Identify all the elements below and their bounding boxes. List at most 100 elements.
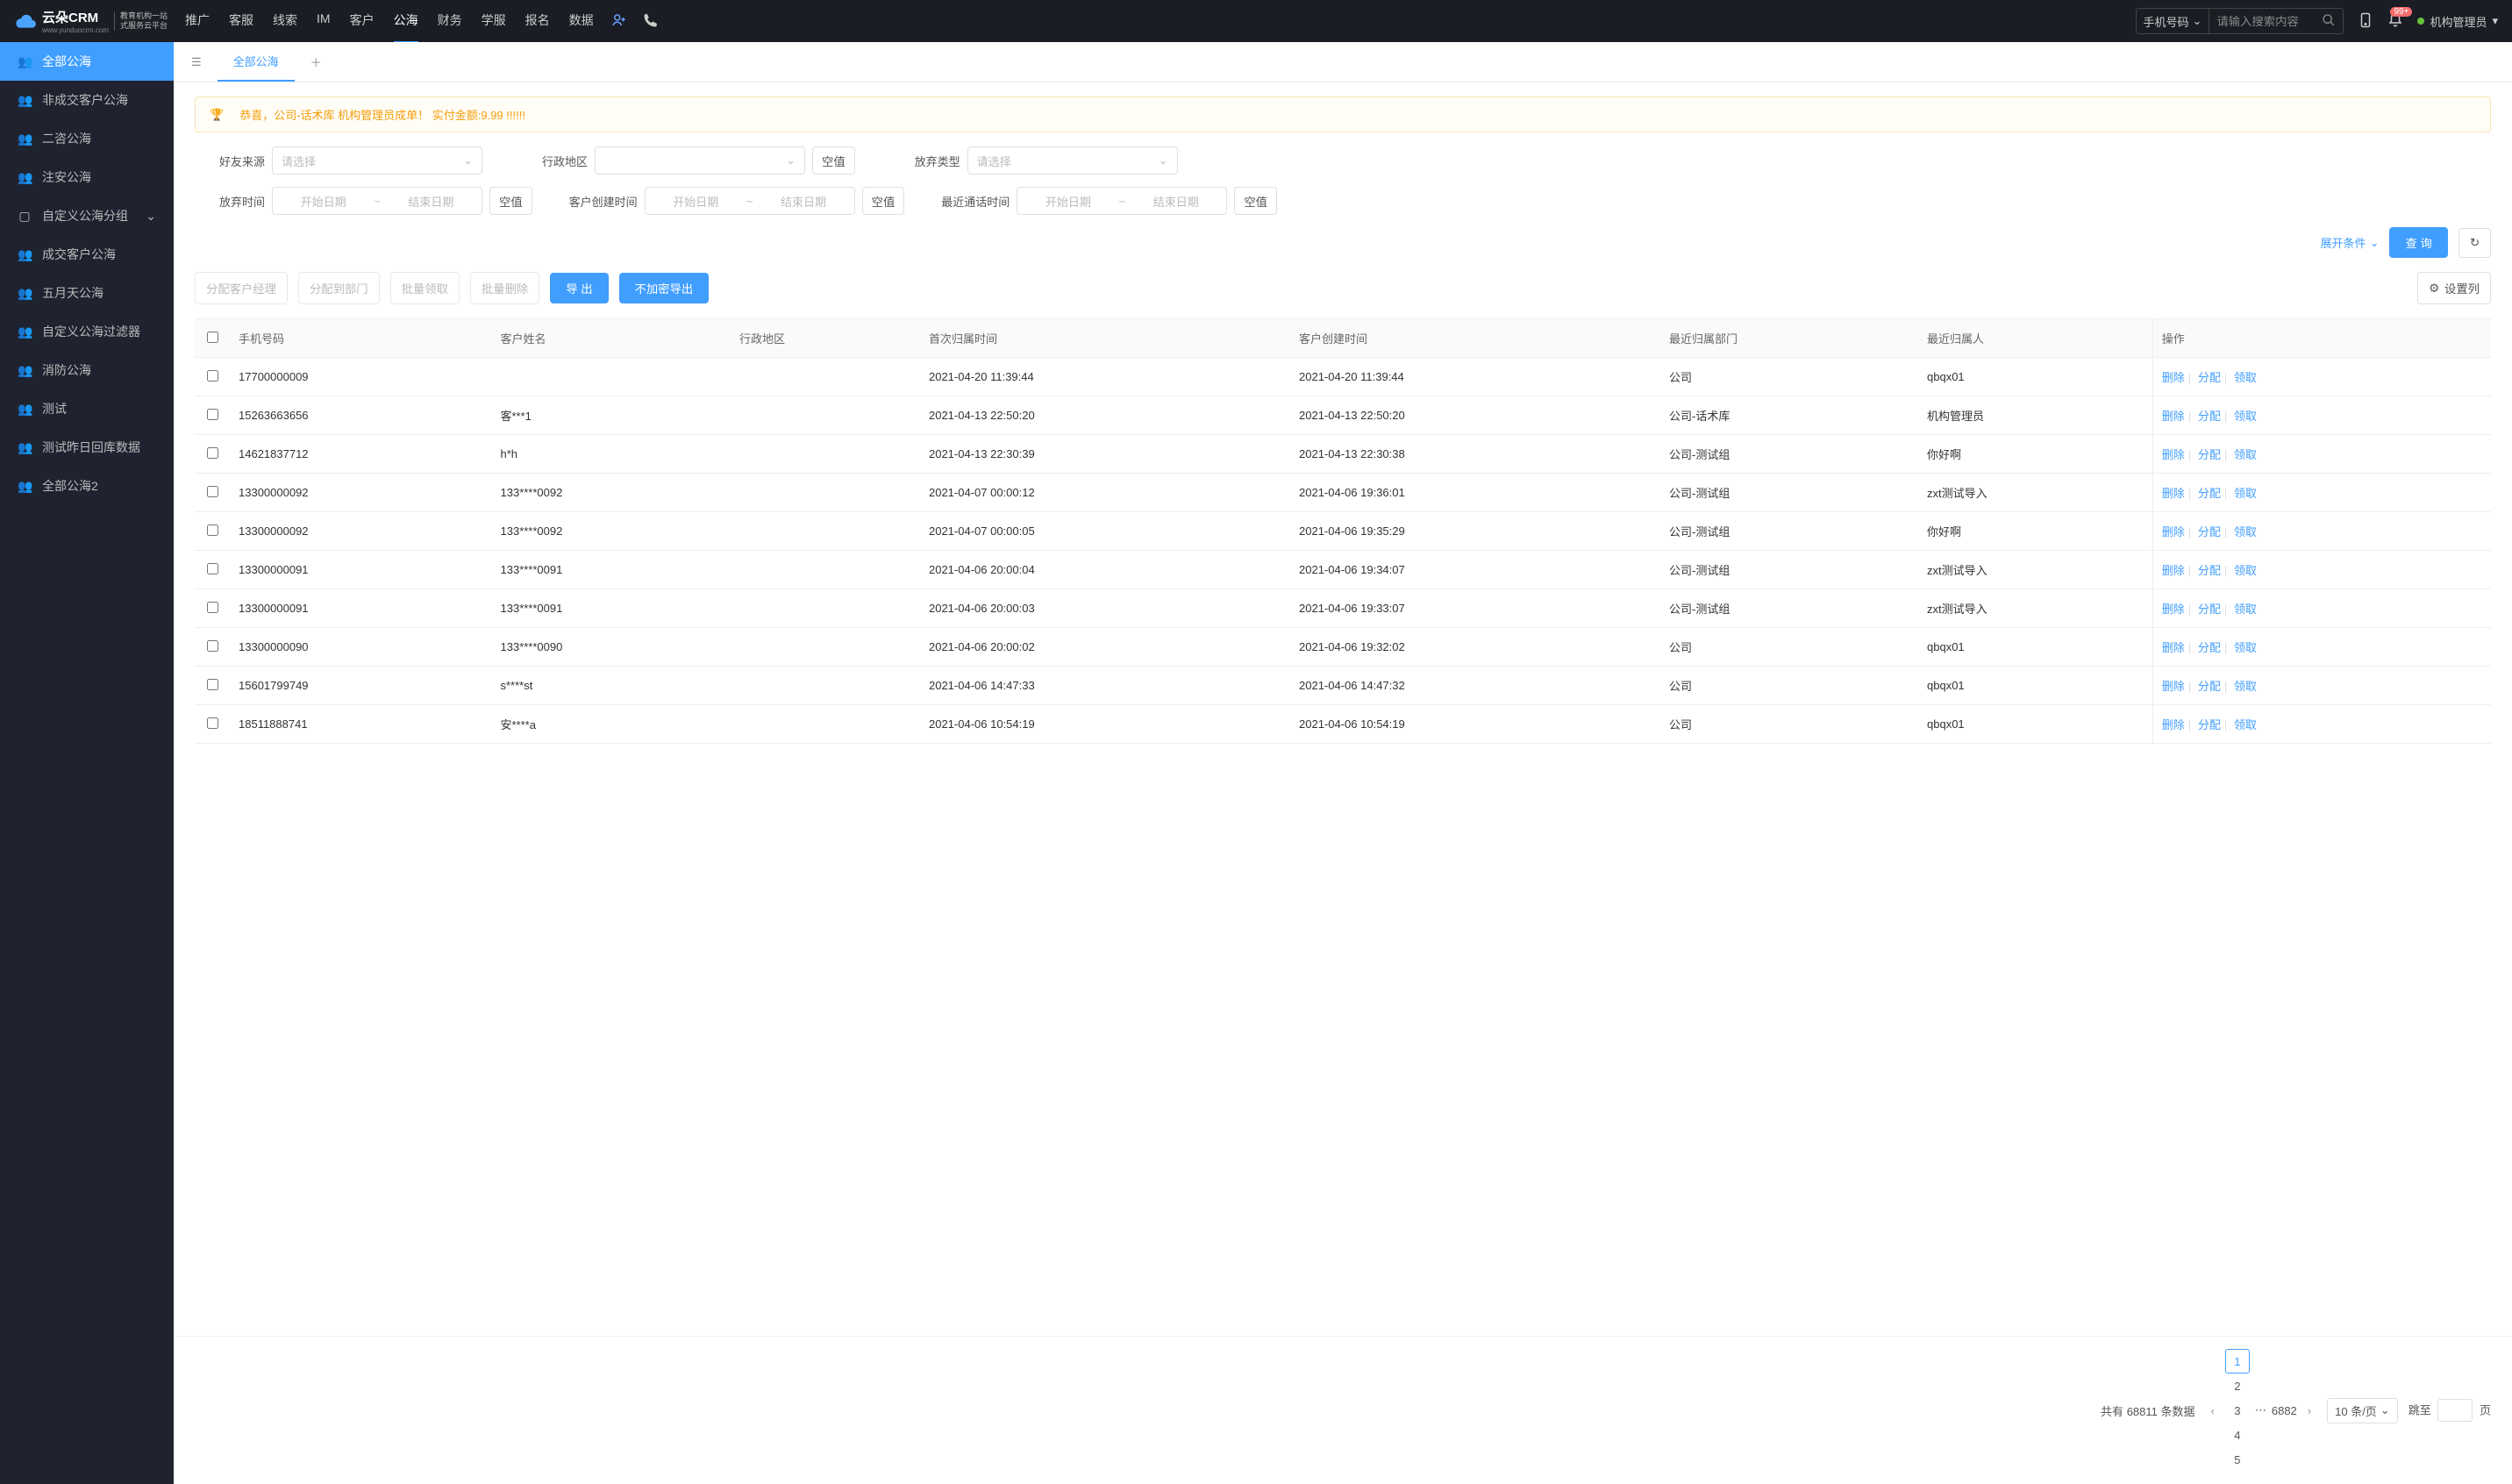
delete-link[interactable]: 删除 bbox=[2162, 371, 2185, 384]
add-user-icon[interactable] bbox=[611, 12, 627, 31]
sidebar-item-成交客户公海[interactable]: 👥成交客户公海 bbox=[0, 235, 174, 274]
jump-page-input[interactable] bbox=[2437, 1399, 2473, 1422]
friend-source-select[interactable]: 请选择⌄ bbox=[272, 146, 482, 175]
sidebar-item-非成交客户公海[interactable]: 👥非成交客户公海 bbox=[0, 81, 174, 119]
nav-公海[interactable]: 公海 bbox=[394, 0, 418, 43]
delete-link[interactable]: 删除 bbox=[2162, 603, 2185, 616]
assign-link[interactable]: 分配 bbox=[2198, 410, 2221, 423]
nav-客户[interactable]: 客户 bbox=[350, 0, 375, 43]
region-empty-button[interactable]: 空值 bbox=[812, 146, 855, 175]
claim-link[interactable]: 领取 bbox=[2234, 487, 2257, 500]
claim-link[interactable]: 领取 bbox=[2234, 448, 2257, 461]
claim-link[interactable]: 领取 bbox=[2234, 641, 2257, 654]
assign-link[interactable]: 分配 bbox=[2198, 525, 2221, 539]
settings-columns-button[interactable]: ⚙设置列 bbox=[2417, 272, 2491, 304]
tab-add-icon[interactable]: ＋ bbox=[295, 43, 338, 81]
delete-link[interactable]: 删除 bbox=[2162, 487, 2185, 500]
tab-toggle-icon[interactable]: ☰ bbox=[181, 46, 212, 78]
row-checkbox[interactable] bbox=[207, 717, 218, 729]
tab-active[interactable]: 全部公海 bbox=[218, 42, 295, 82]
phone-icon[interactable] bbox=[643, 12, 659, 31]
query-button[interactable]: 查 询 bbox=[2389, 227, 2447, 258]
page-4[interactable]: 4 bbox=[2225, 1423, 2250, 1447]
claim-link[interactable]: 领取 bbox=[2234, 371, 2257, 384]
region-select[interactable]: ⌄ bbox=[595, 146, 805, 175]
delete-link[interactable]: 删除 bbox=[2162, 564, 2185, 577]
last-call-range[interactable]: 开始日期~结束日期 bbox=[1017, 187, 1227, 215]
assign-link[interactable]: 分配 bbox=[2198, 487, 2221, 500]
nav-客服[interactable]: 客服 bbox=[229, 0, 253, 43]
row-checkbox[interactable] bbox=[207, 602, 218, 613]
sidebar-item-全部公海2[interactable]: 👥全部公海2 bbox=[0, 467, 174, 505]
row-checkbox[interactable] bbox=[207, 447, 218, 459]
delete-link[interactable]: 删除 bbox=[2162, 525, 2185, 539]
row-checkbox[interactable] bbox=[207, 563, 218, 574]
claim-link[interactable]: 领取 bbox=[2234, 680, 2257, 693]
refresh-button[interactable]: ↻ bbox=[2458, 228, 2491, 258]
sidebar-item-全部公海[interactable]: 👥全部公海 bbox=[0, 42, 174, 81]
assign-link[interactable]: 分配 bbox=[2198, 603, 2221, 616]
row-checkbox[interactable] bbox=[207, 370, 218, 382]
assign-link[interactable]: 分配 bbox=[2198, 371, 2221, 384]
claim-link[interactable]: 领取 bbox=[2234, 410, 2257, 423]
page-size-select[interactable]: 10 条/页⌄ bbox=[2327, 1398, 2398, 1423]
page-5[interactable]: 5 bbox=[2225, 1447, 2250, 1472]
search-icon[interactable] bbox=[2315, 13, 2343, 30]
create-time-empty-button[interactable]: 空值 bbox=[862, 187, 905, 215]
assign-dept-button[interactable]: 分配到部门 bbox=[298, 272, 380, 304]
sidebar-item-消防公海[interactable]: 👥消防公海 bbox=[0, 351, 174, 389]
export-button[interactable]: 导 出 bbox=[550, 273, 608, 303]
nav-学服[interactable]: 学服 bbox=[482, 0, 506, 43]
export-plain-button[interactable]: 不加密导出 bbox=[619, 273, 710, 303]
delete-link[interactable]: 删除 bbox=[2162, 641, 2185, 654]
delete-link[interactable]: 删除 bbox=[2162, 448, 2185, 461]
batch-claim-button[interactable]: 批量领取 bbox=[390, 272, 460, 304]
user-menu[interactable]: 机构管理员 ▾ bbox=[2417, 13, 2498, 30]
nav-报名[interactable]: 报名 bbox=[525, 0, 550, 43]
page-2[interactable]: 2 bbox=[2225, 1373, 2250, 1398]
assign-link[interactable]: 分配 bbox=[2198, 564, 2221, 577]
nav-IM[interactable]: IM bbox=[317, 0, 331, 43]
row-checkbox[interactable] bbox=[207, 679, 218, 690]
batch-delete-button[interactable]: 批量删除 bbox=[470, 272, 539, 304]
sidebar-item-注安公海[interactable]: 👥注安公海 bbox=[0, 158, 174, 196]
delete-link[interactable]: 删除 bbox=[2162, 680, 2185, 693]
row-checkbox[interactable] bbox=[207, 409, 218, 420]
abandon-time-empty-button[interactable]: 空值 bbox=[489, 187, 532, 215]
claim-link[interactable]: 领取 bbox=[2234, 525, 2257, 539]
sidebar-item-测试昨日回库数据[interactable]: 👥测试昨日回库数据 bbox=[0, 428, 174, 467]
abandon-time-range[interactable]: 开始日期~结束日期 bbox=[272, 187, 482, 215]
last-page[interactable]: 6882 bbox=[2272, 1398, 2297, 1423]
last-call-empty-button[interactable]: 空值 bbox=[1234, 187, 1277, 215]
prev-page-icon[interactable]: ‹ bbox=[2206, 1404, 2220, 1417]
claim-link[interactable]: 领取 bbox=[2234, 564, 2257, 577]
sidebar-item-五月天公海[interactable]: 👥五月天公海 bbox=[0, 274, 174, 312]
page-3[interactable]: 3 bbox=[2225, 1398, 2250, 1423]
row-checkbox[interactable] bbox=[207, 486, 218, 497]
create-time-range[interactable]: 开始日期~结束日期 bbox=[645, 187, 855, 215]
bell-icon[interactable]: 99+ bbox=[2387, 12, 2403, 31]
nav-财务[interactable]: 财务 bbox=[438, 0, 462, 43]
next-page-icon[interactable]: › bbox=[2302, 1404, 2316, 1417]
assign-link[interactable]: 分配 bbox=[2198, 718, 2221, 731]
assign-link[interactable]: 分配 bbox=[2198, 641, 2221, 654]
row-checkbox[interactable] bbox=[207, 640, 218, 652]
nav-推广[interactable]: 推广 bbox=[185, 0, 210, 43]
page-1[interactable]: 1 bbox=[2225, 1349, 2250, 1373]
row-checkbox[interactable] bbox=[207, 524, 218, 536]
nav-线索[interactable]: 线索 bbox=[273, 0, 297, 43]
expand-filters-link[interactable]: 展开条件 ⌄ bbox=[2321, 234, 2380, 251]
sidebar-item-二咨公海[interactable]: 👥二咨公海 bbox=[0, 119, 174, 158]
sidebar-item-自定义公海分组[interactable]: ▢自定义公海分组⌄ bbox=[0, 196, 174, 235]
delete-link[interactable]: 删除 bbox=[2162, 410, 2185, 423]
assign-link[interactable]: 分配 bbox=[2198, 448, 2221, 461]
claim-link[interactable]: 领取 bbox=[2234, 718, 2257, 731]
assign-link[interactable]: 分配 bbox=[2198, 680, 2221, 693]
assign-manager-button[interactable]: 分配客户经理 bbox=[195, 272, 288, 304]
nav-数据[interactable]: 数据 bbox=[569, 0, 594, 43]
search-input[interactable] bbox=[2209, 15, 2315, 28]
search-type-select[interactable]: 手机号码 ⌄ bbox=[2137, 9, 2210, 33]
sidebar-item-测试[interactable]: 👥测试 bbox=[0, 389, 174, 428]
sidebar-item-自定义公海过滤器[interactable]: 👥自定义公海过滤器 bbox=[0, 312, 174, 351]
abandon-type-select[interactable]: 请选择⌄ bbox=[967, 146, 1178, 175]
